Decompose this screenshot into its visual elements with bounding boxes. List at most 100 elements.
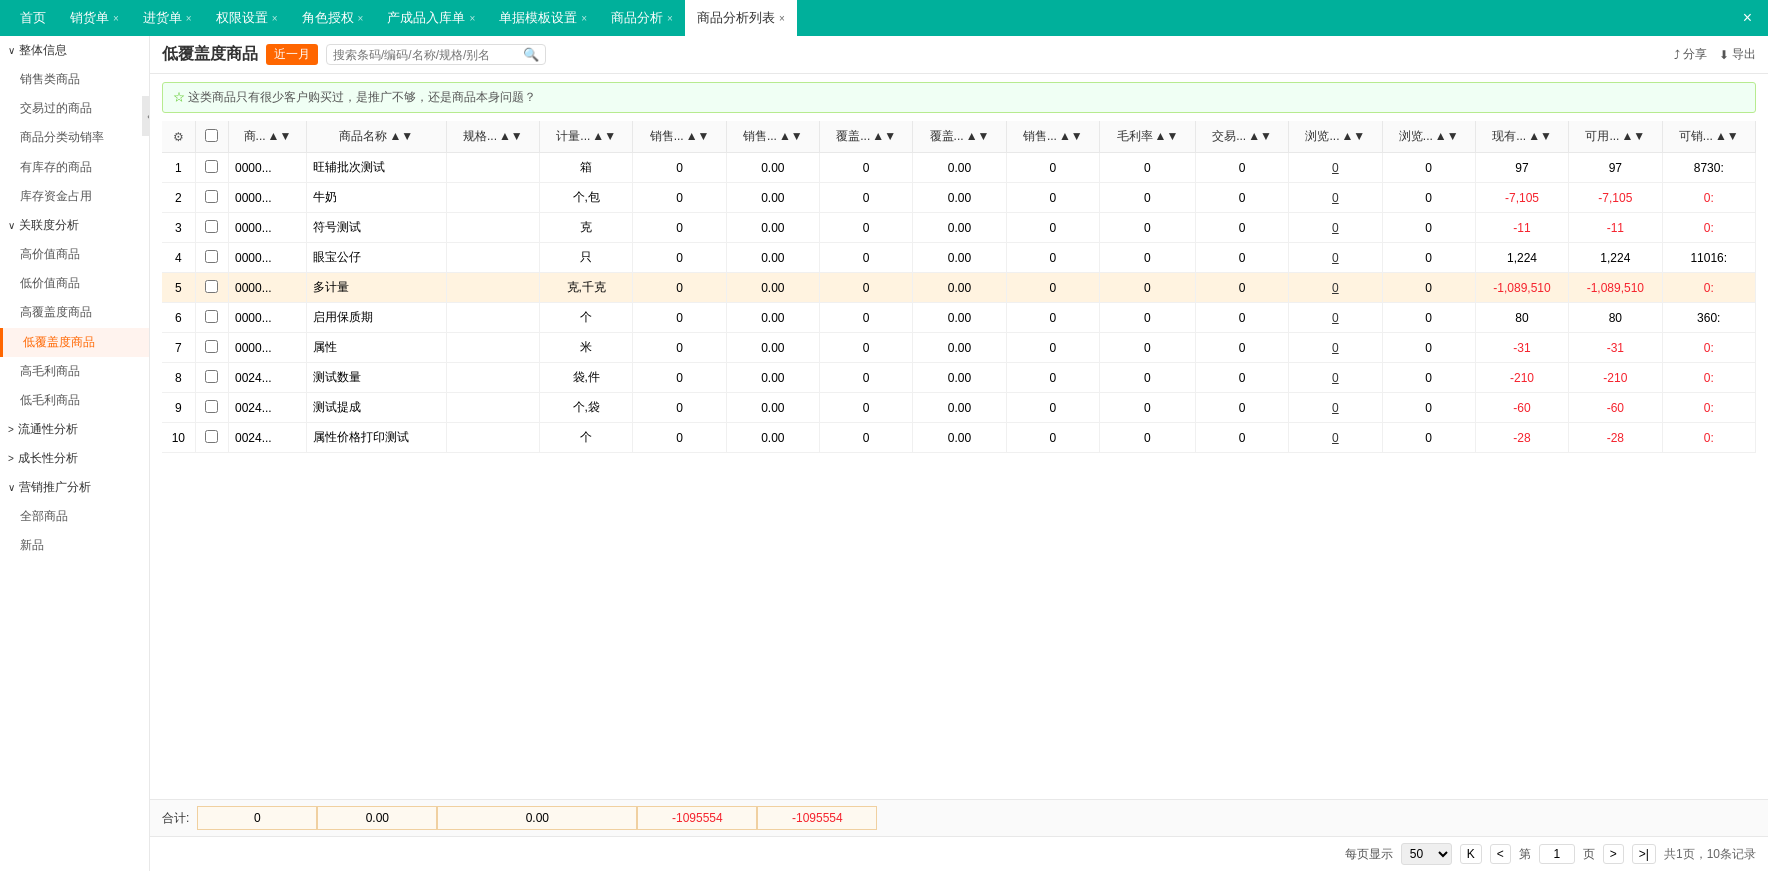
- close-icon[interactable]: ×: [272, 13, 278, 24]
- sidebar-item-high-coverage[interactable]: 高覆盖度商品: [0, 298, 149, 327]
- row-num: 10: [162, 423, 195, 453]
- sidebar-section-growth[interactable]: > 成长性分析: [0, 444, 149, 473]
- row-cover2: 0.00: [913, 243, 1006, 273]
- row-spec: [446, 333, 539, 363]
- nav-tab-purchase[interactable]: 进货单 ×: [131, 0, 204, 36]
- sidebar-item-low-value[interactable]: 低价值商品: [0, 269, 149, 298]
- row-checkbox[interactable]: [195, 213, 228, 243]
- row-checkbox[interactable]: [195, 183, 228, 213]
- sidebar-item-new-goods[interactable]: 新品: [0, 531, 149, 560]
- column-sales-qty[interactable]: 销售...▲▼: [633, 121, 726, 153]
- row-browse1[interactable]: 0: [1289, 153, 1382, 183]
- column-sales-amt[interactable]: 销售...▲▼: [726, 121, 819, 153]
- row-checkbox[interactable]: [195, 363, 228, 393]
- nav-tab-sales[interactable]: 销货单 ×: [58, 0, 131, 36]
- sidebar-item-all-goods[interactable]: 全部商品: [0, 502, 149, 531]
- page-size-select[interactable]: 50 20 100: [1401, 843, 1452, 865]
- row-checkbox[interactable]: [195, 243, 228, 273]
- column-name[interactable]: 商品名称▲▼: [306, 121, 446, 153]
- row-checkbox[interactable]: [195, 153, 228, 183]
- row-browse2: 0: [1382, 423, 1475, 453]
- close-all-button[interactable]: ×: [1735, 9, 1760, 27]
- row-current: -11: [1475, 213, 1568, 243]
- sidebar-collapse-button[interactable]: «: [142, 96, 150, 136]
- sidebar-section-coverage[interactable]: ∨ 关联度分析: [0, 211, 149, 240]
- column-spec[interactable]: 规格...▲▼: [446, 121, 539, 153]
- nav-tab-template[interactable]: 单据模板设置 ×: [487, 0, 599, 36]
- column-settings-icon[interactable]: ⚙: [162, 121, 195, 153]
- sidebar-item-sales-goods[interactable]: 销售类商品: [0, 65, 149, 94]
- column-sellable[interactable]: 可销...▲▼: [1662, 121, 1755, 153]
- close-icon[interactable]: ×: [113, 13, 119, 24]
- nav-tab-analysis-list[interactable]: 商品分析列表 ×: [685, 0, 797, 36]
- row-checkbox[interactable]: [195, 423, 228, 453]
- total-info: 共1页，10条记录: [1664, 846, 1756, 863]
- sidebar-section-marketing[interactable]: ∨ 营销推广分析: [0, 473, 149, 502]
- sidebar-section-liquidity[interactable]: > 流通性分析: [0, 415, 149, 444]
- data-table-container[interactable]: ⚙ 商...▲▼ 商品名称▲▼ 规格...▲▼ 计量...▲▼ 销售...▲▼ …: [162, 121, 1756, 799]
- nav-tab-permission[interactable]: 权限设置 ×: [204, 0, 290, 36]
- close-icon[interactable]: ×: [469, 13, 475, 24]
- sidebar-item-category-rate[interactable]: 商品分类动销率: [0, 123, 149, 152]
- column-browse2[interactable]: 浏览...▲▼: [1382, 121, 1475, 153]
- column-sales2[interactable]: 销售...▲▼: [1006, 121, 1099, 153]
- sidebar-item-inventory-capital[interactable]: 库存资金占用: [0, 182, 149, 211]
- next-page-button[interactable]: >: [1603, 844, 1624, 864]
- share-icon: ⤴: [1674, 48, 1680, 62]
- sidebar-item-in-stock[interactable]: 有库存的商品: [0, 153, 149, 182]
- row-checkbox[interactable]: [195, 303, 228, 333]
- sidebar-item-low-margin[interactable]: 低毛利商品: [0, 386, 149, 415]
- row-browse1[interactable]: 0: [1289, 183, 1382, 213]
- row-browse1[interactable]: 0: [1289, 243, 1382, 273]
- nav-tab-production[interactable]: 产成品入库单 ×: [375, 0, 487, 36]
- row-checkbox[interactable]: [195, 393, 228, 423]
- row-available: 80: [1569, 303, 1662, 333]
- period-button[interactable]: 近一月: [266, 44, 318, 65]
- column-gross-rate[interactable]: 毛利率▲▼: [1100, 121, 1196, 153]
- prev-page-button[interactable]: <: [1490, 844, 1511, 864]
- nav-tab-role[interactable]: 角色授权 ×: [290, 0, 376, 36]
- nav-tab-home[interactable]: 首页: [8, 0, 58, 36]
- column-code[interactable]: 商...▲▼: [228, 121, 306, 153]
- row-browse1[interactable]: 0: [1289, 363, 1382, 393]
- column-cover2[interactable]: 覆盖...▲▼: [913, 121, 1006, 153]
- first-page-button[interactable]: K: [1460, 844, 1482, 864]
- nav-tab-analysis[interactable]: 商品分析 ×: [599, 0, 685, 36]
- row-browse1[interactable]: 0: [1289, 333, 1382, 363]
- search-input[interactable]: [333, 48, 523, 62]
- sidebar-item-low-coverage[interactable]: 低覆盖度商品: [0, 328, 149, 357]
- close-icon[interactable]: ×: [186, 13, 192, 24]
- sidebar-item-traded-goods[interactable]: 交易过的商品: [0, 94, 149, 123]
- export-button[interactable]: ⬇ 导出: [1719, 46, 1756, 63]
- row-cover2: 0.00: [913, 363, 1006, 393]
- column-checkbox-header[interactable]: [195, 121, 228, 153]
- page-number-input[interactable]: [1539, 844, 1575, 864]
- column-trade[interactable]: 交易...▲▼: [1195, 121, 1288, 153]
- close-icon[interactable]: ×: [581, 13, 587, 24]
- sidebar-section-overall[interactable]: ∨ 整体信息: [0, 36, 149, 65]
- column-current[interactable]: 现有...▲▼: [1475, 121, 1568, 153]
- row-spec: [446, 393, 539, 423]
- sidebar-item-high-margin[interactable]: 高毛利商品: [0, 357, 149, 386]
- column-cover1[interactable]: 覆盖...▲▼: [820, 121, 913, 153]
- search-box[interactable]: 🔍: [326, 44, 546, 65]
- share-button[interactable]: ⤴ 分享: [1674, 46, 1707, 63]
- row-browse1[interactable]: 0: [1289, 423, 1382, 453]
- row-gross-rate: 0: [1100, 153, 1196, 183]
- select-all-checkbox[interactable]: [205, 129, 218, 142]
- column-browse1[interactable]: 浏览...▲▼: [1289, 121, 1382, 153]
- close-icon[interactable]: ×: [358, 13, 364, 24]
- row-checkbox[interactable]: [195, 273, 228, 303]
- close-icon[interactable]: ×: [667, 13, 673, 24]
- last-page-button[interactable]: >|: [1632, 844, 1656, 864]
- row-browse1[interactable]: 0: [1289, 303, 1382, 333]
- sidebar-item-high-value[interactable]: 高价值商品: [0, 240, 149, 269]
- row-checkbox[interactable]: [195, 333, 228, 363]
- row-browse1[interactable]: 0: [1289, 273, 1382, 303]
- row-name: 属性: [306, 333, 446, 363]
- row-browse1[interactable]: 0: [1289, 393, 1382, 423]
- column-unit[interactable]: 计量...▲▼: [540, 121, 633, 153]
- column-available[interactable]: 可用...▲▼: [1569, 121, 1662, 153]
- row-browse1[interactable]: 0: [1289, 213, 1382, 243]
- close-icon[interactable]: ×: [779, 13, 785, 24]
